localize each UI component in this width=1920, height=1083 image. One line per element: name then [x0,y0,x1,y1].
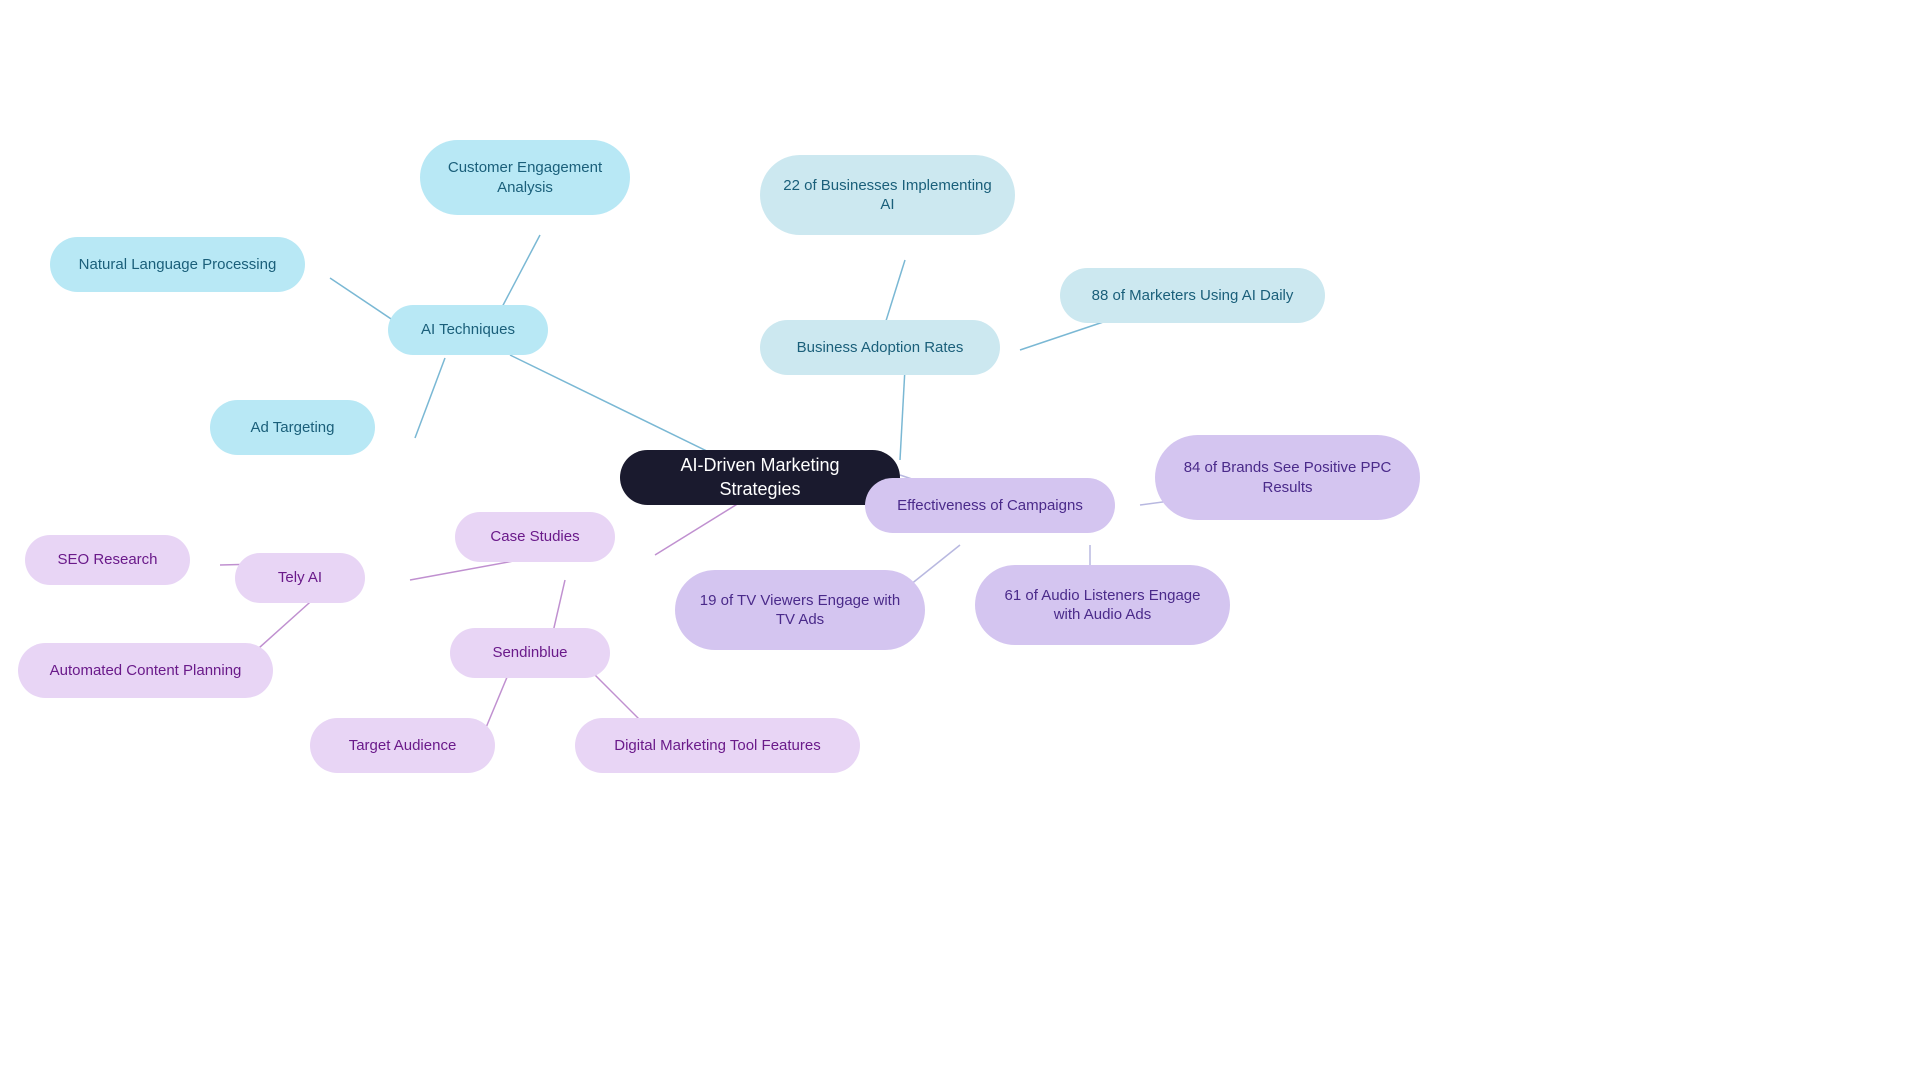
audio-listeners-node: 61 of Audio Listeners Engage with Audio … [975,565,1230,645]
tv-viewers-node: 19 of TV Viewers Engage with TV Ads [675,570,925,650]
business-adoption-node: Business Adoption Rates [760,320,1000,375]
sendinblue-node: Sendinblue [450,628,610,678]
center-node: AI-Driven Marketing Strategies [620,450,900,505]
businesses-implementing-node: 22 of Businesses Implementing AI [760,155,1015,235]
ad-targeting-node: Ad Targeting [210,400,375,455]
target-audience-node: Target Audience [310,718,495,773]
tely-ai-node: Tely AI [235,553,365,603]
digital-marketing-node: Digital Marketing Tool Features [575,718,860,773]
effectiveness-node: Effectiveness of Campaigns [865,478,1115,533]
natural-language-node: Natural Language Processing [50,237,305,292]
automated-content-node: Automated Content Planning [18,643,273,698]
seo-research-node: SEO Research [25,535,190,585]
ai-techniques-node: AI Techniques [388,305,548,355]
customer-engagement-node: Customer Engagement Analysis [420,140,630,215]
case-studies-node: Case Studies [455,512,615,562]
ppc-results-node: 84 of Brands See Positive PPC Results [1155,435,1420,520]
marketers-using-node: 88 of Marketers Using AI Daily [1060,268,1325,323]
